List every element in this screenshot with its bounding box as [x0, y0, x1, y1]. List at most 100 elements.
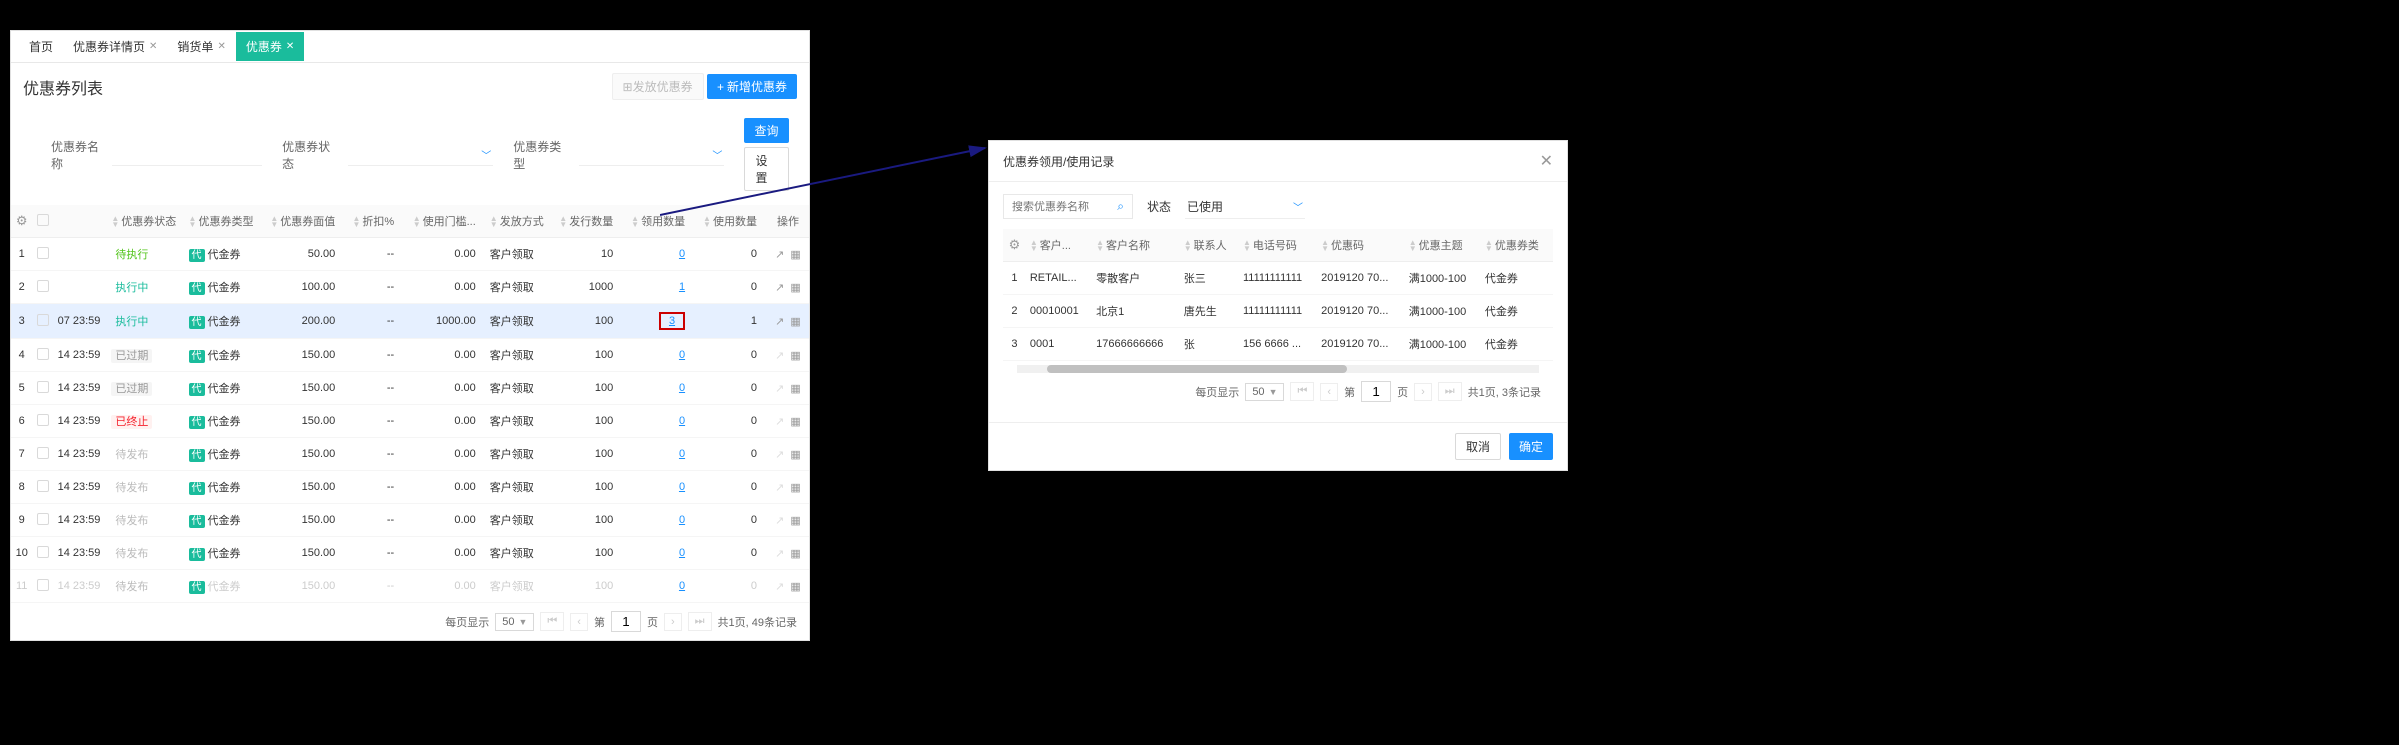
- first-page-button[interactable]: ⏮: [540, 612, 564, 631]
- status-select[interactable]: ﹀: [348, 144, 493, 166]
- sort-icon[interactable]: ▲▼: [1409, 240, 1417, 252]
- qrcode-icon[interactable]: ▦: [790, 548, 800, 560]
- settings-button[interactable]: 设置: [744, 147, 789, 191]
- qrcode-icon[interactable]: ▦: [790, 482, 800, 494]
- claim-count-link[interactable]: 0: [679, 248, 685, 260]
- claim-count-link[interactable]: 3: [669, 315, 675, 327]
- add-coupon-button[interactable]: + 新增优惠券: [707, 74, 797, 99]
- search-input[interactable]: [1012, 201, 1117, 213]
- close-icon[interactable]: ✕: [1540, 151, 1553, 171]
- table-row[interactable]: 914 23:59待发布代代金券150.00--0.00客户领取10000↗▦: [11, 504, 809, 537]
- share-icon[interactable]: ↗: [775, 249, 784, 261]
- table-row[interactable]: 714 23:59待发布代代金券150.00--0.00客户领取10000↗▦: [11, 438, 809, 471]
- search-box[interactable]: ⌕: [1003, 194, 1133, 219]
- qrcode-icon[interactable]: ▦: [790, 449, 800, 461]
- table-row[interactable]: 1114 23:59待发布代代金券150.00--0.00客户领取10000↗▦: [11, 570, 809, 603]
- row-checkbox[interactable]: [37, 414, 49, 426]
- share-icon[interactable]: ↗: [775, 383, 784, 395]
- next-page-button[interactable]: ›: [1414, 383, 1432, 401]
- row-checkbox[interactable]: [37, 480, 49, 492]
- select-all-checkbox[interactable]: [37, 214, 49, 226]
- horizontal-scrollbar[interactable]: [1017, 365, 1539, 373]
- prev-page-button[interactable]: ‹: [1320, 383, 1338, 401]
- close-icon[interactable]: ✕: [286, 41, 294, 52]
- next-page-button[interactable]: ›: [664, 613, 682, 631]
- row-checkbox[interactable]: [37, 579, 49, 591]
- sort-icon[interactable]: ▲▼: [1096, 240, 1104, 252]
- row-checkbox[interactable]: [37, 447, 49, 459]
- name-input[interactable]: [112, 144, 262, 166]
- table-row[interactable]: 814 23:59待发布代代金券150.00--0.00客户领取10000↗▦: [11, 471, 809, 504]
- last-page-button[interactable]: ⏭: [1438, 382, 1462, 401]
- table-row[interactable]: 3000117666666666张156 6666 ...2019120 70.…: [1003, 328, 1553, 361]
- share-icon[interactable]: ↗: [775, 416, 784, 428]
- share-icon[interactable]: ↗: [775, 449, 784, 461]
- qrcode-icon[interactable]: ▦: [790, 249, 800, 261]
- sort-icon[interactable]: ▲▼: [631, 216, 639, 228]
- distribute-button[interactable]: ⊞ 发放优惠券: [612, 73, 704, 100]
- close-icon[interactable]: ✕: [149, 41, 157, 52]
- sort-icon[interactable]: ▲▼: [1485, 240, 1493, 252]
- row-checkbox[interactable]: [37, 280, 49, 292]
- sort-icon[interactable]: ▲▼: [111, 216, 119, 228]
- page-input[interactable]: [1361, 381, 1391, 402]
- qrcode-icon[interactable]: ▦: [790, 316, 800, 328]
- tab-优惠券[interactable]: 优惠券✕: [236, 32, 304, 61]
- row-checkbox[interactable]: [37, 381, 49, 393]
- sort-icon[interactable]: ▲▼: [490, 216, 498, 228]
- claim-count-link[interactable]: 0: [679, 382, 685, 394]
- row-checkbox[interactable]: [37, 314, 49, 326]
- page-input[interactable]: [611, 611, 641, 632]
- cancel-button[interactable]: 取消: [1455, 433, 1501, 460]
- sort-icon[interactable]: ▲▼: [1243, 240, 1251, 252]
- share-icon[interactable]: ↗: [775, 316, 784, 328]
- claim-count-link[interactable]: 0: [679, 514, 685, 526]
- share-icon[interactable]: ↗: [775, 282, 784, 294]
- sort-icon[interactable]: ▲▼: [413, 216, 421, 228]
- claim-count-link[interactable]: 0: [679, 481, 685, 493]
- scrollbar-thumb[interactable]: [1047, 365, 1347, 373]
- status-filter-select[interactable]: 已使用 ﹀: [1185, 195, 1305, 219]
- sort-icon[interactable]: ▲▼: [1321, 240, 1329, 252]
- search-icon[interactable]: ⌕: [1117, 199, 1124, 214]
- table-row[interactable]: 1待执行代代金券50.00--0.00客户领取1000↗▦: [11, 238, 809, 271]
- sort-icon[interactable]: ▲▼: [1184, 240, 1192, 252]
- share-icon[interactable]: ↗: [775, 548, 784, 560]
- row-checkbox[interactable]: [37, 513, 49, 525]
- table-row[interactable]: 2执行中代代金券100.00--0.00客户领取100010↗▦: [11, 271, 809, 304]
- claim-count-link[interactable]: 0: [679, 448, 685, 460]
- per-page-select[interactable]: 50 ▼: [495, 613, 534, 631]
- share-icon[interactable]: ↗: [775, 482, 784, 494]
- confirm-button[interactable]: 确定: [1509, 433, 1553, 460]
- sort-icon[interactable]: ▲▼: [703, 216, 711, 228]
- table-row[interactable]: 200010001北京1唐先生111111111112019120 70...满…: [1003, 295, 1553, 328]
- qrcode-icon[interactable]: ▦: [790, 350, 800, 362]
- qrcode-icon[interactable]: ▦: [790, 383, 800, 395]
- tab-优惠券详情页[interactable]: 优惠券详情页✕: [63, 32, 167, 61]
- sort-icon[interactable]: ▲▼: [559, 216, 567, 228]
- share-icon[interactable]: ↗: [775, 581, 784, 593]
- claim-count-link[interactable]: 0: [679, 547, 685, 559]
- table-row[interactable]: 414 23:59已过期代代金券150.00--0.00客户领取10000↗▦: [11, 339, 809, 372]
- claim-count-link[interactable]: 1: [679, 281, 685, 293]
- share-icon[interactable]: ↗: [775, 515, 784, 527]
- row-checkbox[interactable]: [37, 247, 49, 259]
- tab-首页[interactable]: 首页: [19, 32, 63, 61]
- claim-count-link[interactable]: 0: [679, 415, 685, 427]
- sort-icon[interactable]: ▲▼: [189, 216, 197, 228]
- close-icon[interactable]: ✕: [217, 41, 225, 52]
- qrcode-icon[interactable]: ▦: [790, 282, 800, 294]
- table-row[interactable]: 1RETAIL...零散客户张三111111111112019120 70...…: [1003, 262, 1553, 295]
- qrcode-icon[interactable]: ▦: [790, 581, 800, 593]
- row-checkbox[interactable]: [37, 348, 49, 360]
- qrcode-icon[interactable]: ▦: [790, 416, 800, 428]
- query-button[interactable]: 查询: [744, 118, 789, 143]
- gear-icon[interactable]: ⚙: [16, 213, 28, 228]
- qrcode-icon[interactable]: ▦: [790, 515, 800, 527]
- type-select[interactable]: ﹀: [579, 144, 724, 166]
- last-page-button[interactable]: ⏭: [688, 612, 712, 631]
- gear-icon[interactable]: ⚙: [1009, 237, 1021, 252]
- claim-count-link[interactable]: 0: [679, 580, 685, 592]
- sort-icon[interactable]: ▲▼: [1030, 240, 1038, 252]
- sort-icon[interactable]: ▲▼: [353, 216, 361, 228]
